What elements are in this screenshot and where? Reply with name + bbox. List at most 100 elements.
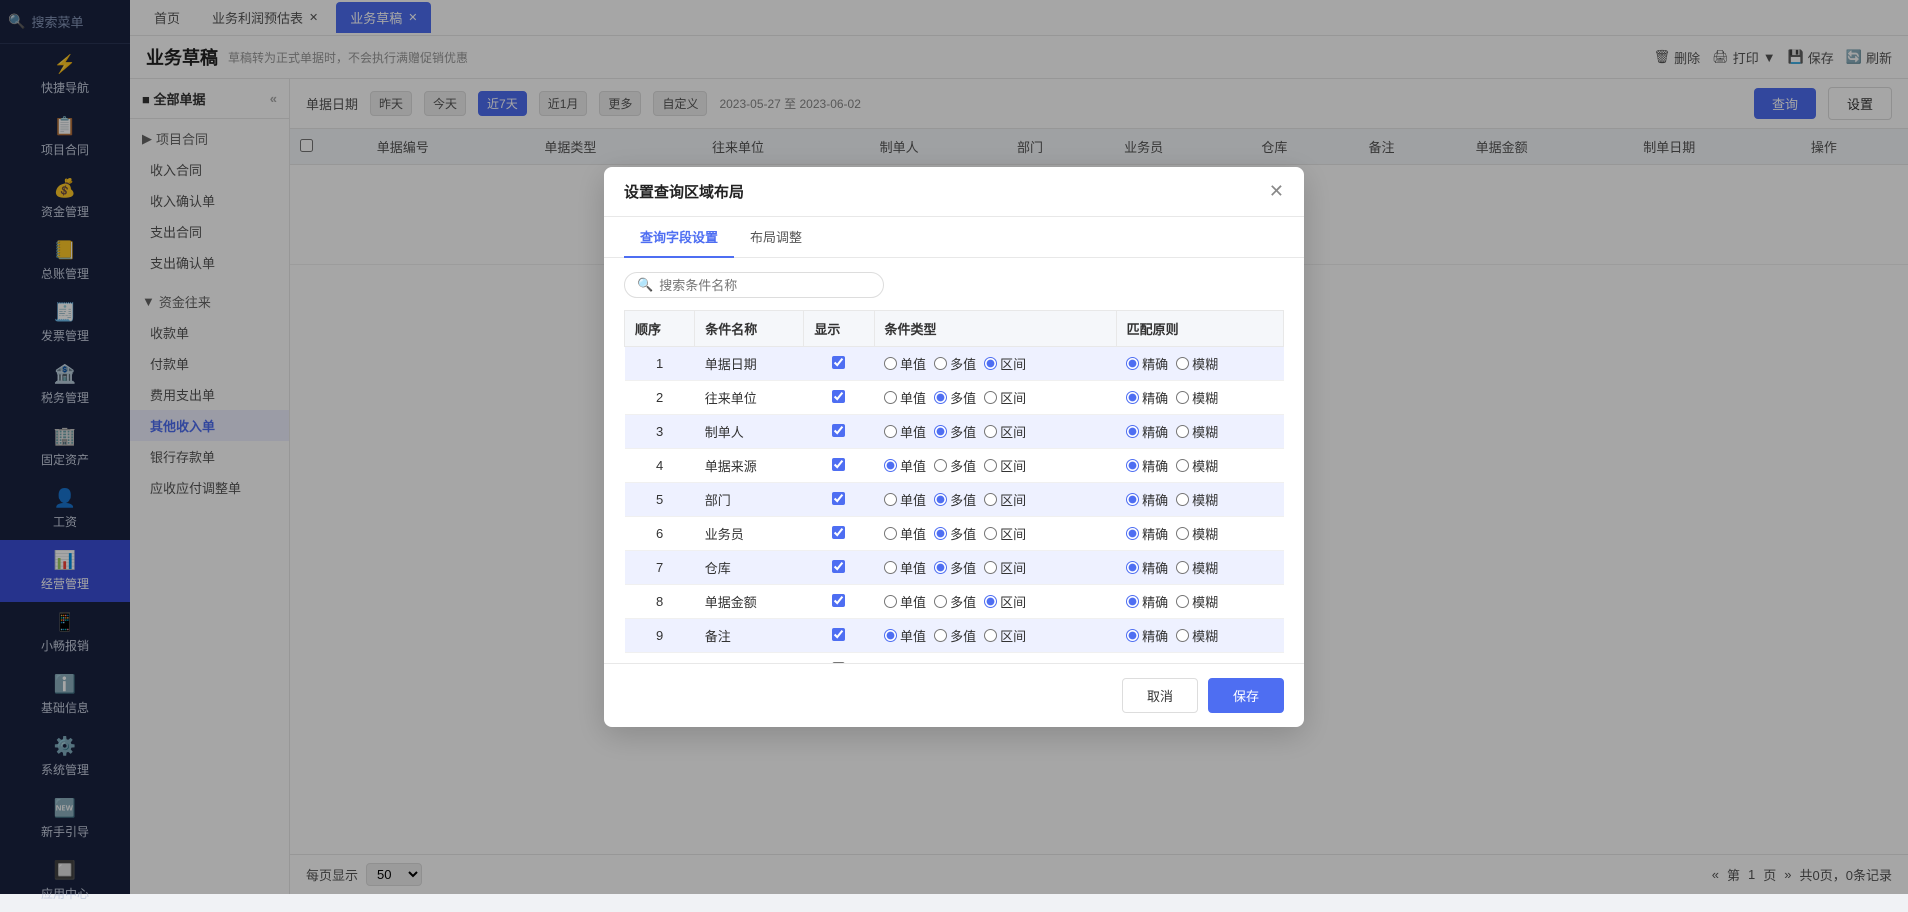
type-option-单值-7[interactable]: 单值 bbox=[884, 592, 926, 611]
show-checkbox-7[interactable] bbox=[832, 594, 845, 607]
cell-show-9[interactable] bbox=[804, 653, 874, 664]
type-option-多值-6[interactable]: 多值 bbox=[934, 558, 976, 577]
match-option-模糊-6[interactable]: 模糊 bbox=[1176, 558, 1218, 577]
type-option-单值-6[interactable]: 单值 bbox=[884, 558, 926, 577]
save-button[interactable]: 保存 bbox=[1208, 678, 1284, 713]
cell-show-7[interactable] bbox=[804, 585, 874, 619]
cell-match-8: 精确模糊 bbox=[1116, 619, 1283, 653]
tab-query-fields[interactable]: 查询字段设置 bbox=[624, 217, 734, 258]
cell-type-7: 单值多值区间 bbox=[874, 585, 1116, 619]
show-checkbox-5[interactable] bbox=[832, 526, 845, 539]
match-option-精确-2[interactable]: 精确 bbox=[1126, 422, 1168, 441]
match-option-精确-6[interactable]: 精确 bbox=[1126, 558, 1168, 577]
match-option-模糊-4[interactable]: 模糊 bbox=[1176, 490, 1218, 509]
match-option-模糊-1[interactable]: 模糊 bbox=[1176, 388, 1218, 407]
type-option-区间-2[interactable]: 区间 bbox=[984, 422, 1026, 441]
cell-name-5: 业务员 bbox=[695, 517, 804, 551]
type-option-单值-2[interactable]: 单值 bbox=[884, 422, 926, 441]
type-option-多值-3[interactable]: 多值 bbox=[934, 456, 976, 475]
type-option-区间-4[interactable]: 区间 bbox=[984, 490, 1026, 509]
type-option-单值-5[interactable]: 单值 bbox=[884, 524, 926, 543]
match-option-模糊-7[interactable]: 模糊 bbox=[1176, 592, 1218, 611]
show-checkbox-8[interactable] bbox=[832, 628, 845, 641]
show-checkbox-6[interactable] bbox=[832, 560, 845, 573]
type-option-多值-4[interactable]: 多值 bbox=[934, 490, 976, 509]
cell-show-1[interactable] bbox=[804, 381, 874, 415]
dialog-search-input[interactable] bbox=[659, 278, 859, 293]
type-option-区间-8[interactable]: 区间 bbox=[984, 626, 1026, 645]
type-option-单值-1[interactable]: 单值 bbox=[884, 388, 926, 407]
table-row: 7仓库单值多值区间精确模糊 bbox=[625, 551, 1284, 585]
cell-match-1: 精确模糊 bbox=[1116, 381, 1283, 415]
cell-order-4: 5 bbox=[625, 483, 695, 517]
match-option-模糊-0[interactable]: 模糊 bbox=[1176, 354, 1218, 373]
match-option-模糊-3[interactable]: 模糊 bbox=[1176, 456, 1218, 475]
type-option-区间-7[interactable]: 区间 bbox=[984, 592, 1026, 611]
match-option-精确-4[interactable]: 精确 bbox=[1126, 490, 1168, 509]
show-checkbox-1[interactable] bbox=[832, 390, 845, 403]
dialog-title: 设置查询区域布局 bbox=[624, 181, 744, 202]
match-option-模糊-8[interactable]: 模糊 bbox=[1176, 626, 1218, 645]
type-option-区间-5[interactable]: 区间 bbox=[984, 524, 1026, 543]
th-order: 顺序 bbox=[625, 311, 695, 347]
type-option-区间-6[interactable]: 区间 bbox=[984, 558, 1026, 577]
cell-show-6[interactable] bbox=[804, 551, 874, 585]
table-row: 4单据来源单值多值区间精确模糊 bbox=[625, 449, 1284, 483]
type-option-多值-1[interactable]: 多值 bbox=[934, 388, 976, 407]
cell-name-8: 备注 bbox=[695, 619, 804, 653]
match-option-模糊-5[interactable]: 模糊 bbox=[1176, 524, 1218, 543]
cell-type-9: 单值多值区间 bbox=[874, 653, 1116, 664]
dialog-close-button[interactable]: ✕ bbox=[1269, 181, 1284, 202]
match-option-精确-8[interactable]: 精确 bbox=[1126, 626, 1168, 645]
type-option-单值-8[interactable]: 单值 bbox=[884, 626, 926, 645]
cell-name-6: 仓库 bbox=[695, 551, 804, 585]
tab-layout[interactable]: 布局调整 bbox=[734, 217, 818, 258]
cell-name-2: 制单人 bbox=[695, 415, 804, 449]
cell-show-3[interactable] bbox=[804, 449, 874, 483]
match-option-精确-0[interactable]: 精确 bbox=[1126, 354, 1168, 373]
show-checkbox-4[interactable] bbox=[832, 492, 845, 505]
cell-type-4: 单值多值区间 bbox=[874, 483, 1116, 517]
table-row: 2往来单位单值多值区间精确模糊 bbox=[625, 381, 1284, 415]
type-option-多值-7[interactable]: 多值 bbox=[934, 592, 976, 611]
cancel-button[interactable]: 取消 bbox=[1122, 678, 1198, 713]
show-checkbox-3[interactable] bbox=[832, 458, 845, 471]
type-option-单值-0[interactable]: 单值 bbox=[884, 354, 926, 373]
table-row: 9备注单值多值区间精确模糊 bbox=[625, 619, 1284, 653]
type-option-多值-2[interactable]: 多值 bbox=[934, 422, 976, 441]
match-option-精确-5[interactable]: 精确 bbox=[1126, 524, 1168, 543]
cell-name-0: 单据日期 bbox=[695, 347, 804, 381]
match-option-精确-1[interactable]: 精确 bbox=[1126, 388, 1168, 407]
dialog-table: 顺序 条件名称 显示 条件类型 匹配原则 1单据日期单值多值区间精确模糊2往来单… bbox=[624, 310, 1284, 663]
cell-show-5[interactable] bbox=[804, 517, 874, 551]
show-checkbox-2[interactable] bbox=[832, 424, 845, 437]
settings-dialog: 设置查询区域布局 ✕ 查询字段设置 布局调整 🔍 顺序 条件名称 显示 bbox=[604, 167, 1304, 727]
cell-match-5: 精确模糊 bbox=[1116, 517, 1283, 551]
dialog-search-box[interactable]: 🔍 bbox=[624, 272, 884, 298]
cell-type-2: 单值多值区间 bbox=[874, 415, 1116, 449]
type-option-区间-1[interactable]: 区间 bbox=[984, 388, 1026, 407]
th-type: 条件类型 bbox=[874, 311, 1116, 347]
cell-type-3: 单值多值区间 bbox=[874, 449, 1116, 483]
show-checkbox-0[interactable] bbox=[832, 356, 845, 369]
cell-show-4[interactable] bbox=[804, 483, 874, 517]
type-option-区间-0[interactable]: 区间 bbox=[984, 354, 1026, 373]
type-option-多值-0[interactable]: 多值 bbox=[934, 354, 976, 373]
type-option-多值-5[interactable]: 多值 bbox=[934, 524, 976, 543]
table-row: 8单据金额单值多值区间精确模糊 bbox=[625, 585, 1284, 619]
match-option-精确-7[interactable]: 精确 bbox=[1126, 592, 1168, 611]
type-option-多值-8[interactable]: 多值 bbox=[934, 626, 976, 645]
type-option-单值-4[interactable]: 单值 bbox=[884, 490, 926, 509]
th-show: 显示 bbox=[804, 311, 874, 347]
cell-order-7: 8 bbox=[625, 585, 695, 619]
type-option-单值-3[interactable]: 单值 bbox=[884, 456, 926, 475]
cell-show-2[interactable] bbox=[804, 415, 874, 449]
cell-name-9: 单据编号 bbox=[695, 653, 804, 664]
dialog-search-icon: 🔍 bbox=[637, 277, 653, 293]
cell-show-8[interactable] bbox=[804, 619, 874, 653]
cell-name-7: 单据金额 bbox=[695, 585, 804, 619]
type-option-区间-3[interactable]: 区间 bbox=[984, 456, 1026, 475]
match-option-模糊-2[interactable]: 模糊 bbox=[1176, 422, 1218, 441]
cell-show-0[interactable] bbox=[804, 347, 874, 381]
match-option-精确-3[interactable]: 精确 bbox=[1126, 456, 1168, 475]
